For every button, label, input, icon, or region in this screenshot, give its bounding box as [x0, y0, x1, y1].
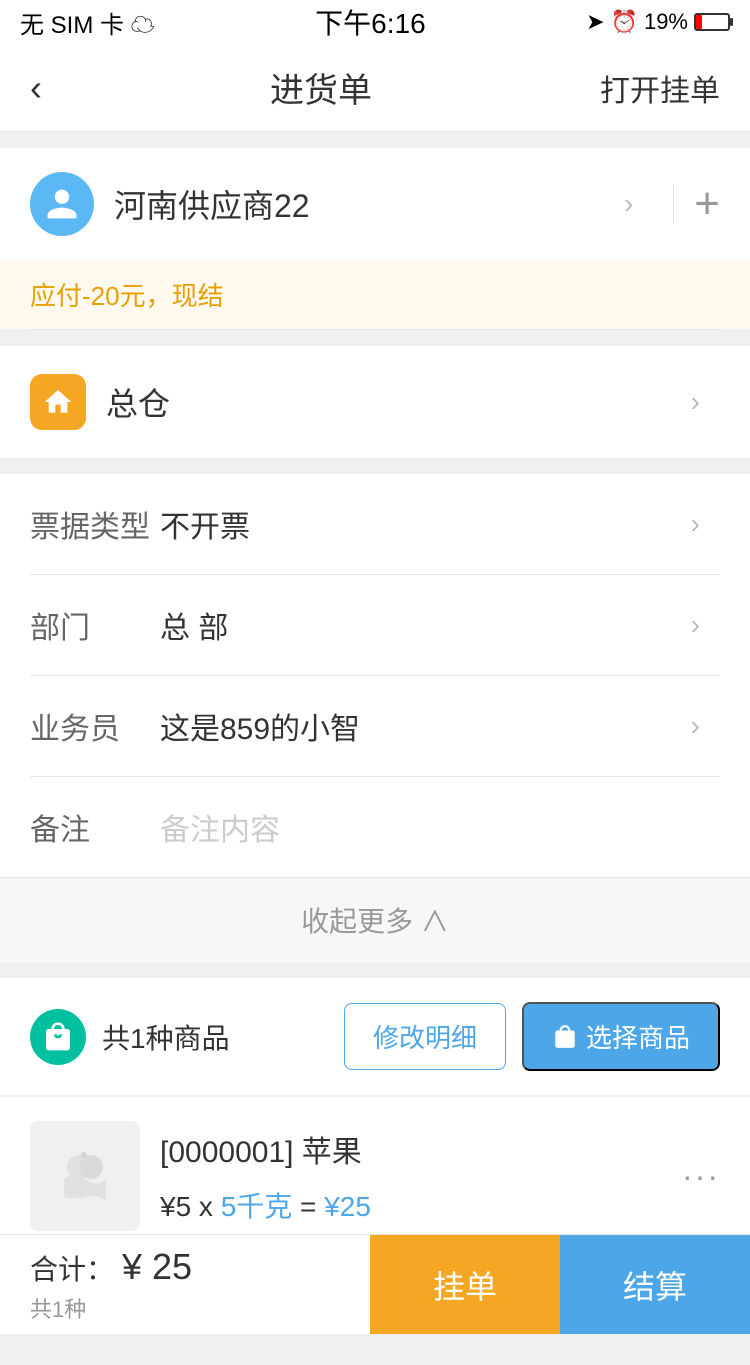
product-price: ¥5 x 5千克 = ¥25: [160, 1185, 662, 1225]
product-info: [0000001] 苹果 ¥5 x 5千克 = ¥25: [160, 1127, 662, 1225]
product-thumbnail: [30, 1121, 140, 1231]
battery-label: 19%: [644, 9, 688, 35]
department-value: 总 部: [160, 603, 691, 647]
remark-row[interactable]: 备注 备注内容: [0, 777, 750, 877]
warehouse-icon: [30, 374, 86, 430]
checkout-button[interactable]: 结算: [560, 1235, 750, 1334]
equals: =: [292, 1191, 324, 1222]
status-left: 无 SIM 卡 ☁: [20, 5, 155, 40]
vertical-separator: [673, 184, 674, 224]
department-chevron-icon: ›: [691, 609, 700, 641]
add-button[interactable]: +: [694, 182, 720, 226]
invoice-type-value: 不开票: [160, 502, 691, 546]
supplier-name[interactable]: 河南供应商22: [114, 181, 624, 227]
total-label: 合计：: [30, 1248, 114, 1288]
product-title: 苹果: [302, 1136, 362, 1169]
status-time: 下午6:16: [315, 2, 426, 42]
total-area: 合计： ¥ 25 共1种: [0, 1235, 370, 1334]
products-count: 共1种商品: [102, 1017, 328, 1057]
salesman-row[interactable]: 业务员 这是859的小智 ›: [0, 676, 750, 776]
products-header: 共1种商品 修改明细 选择商品: [0, 978, 750, 1095]
invoice-type-row[interactable]: 票据类型 不开票 ›: [0, 474, 750, 574]
product-item: [0000001] 苹果 ¥5 x 5千克 = ¥25 ···: [0, 1097, 750, 1255]
products-icon: [30, 1009, 86, 1065]
select-product-button[interactable]: 选择商品: [522, 1002, 720, 1071]
person-icon: [44, 186, 80, 222]
total-row: 合计： ¥ 25: [30, 1246, 340, 1288]
salesman-value: 这是859的小智: [160, 704, 691, 748]
invoice-type-label: 票据类型: [30, 502, 160, 546]
hang-button[interactable]: 挂单: [370, 1235, 560, 1334]
department-row[interactable]: 部门 总 部 ›: [0, 575, 750, 675]
quantity: 5千克: [221, 1191, 293, 1222]
status-right: ➤ ⏰ 19%: [586, 9, 730, 35]
alert-text: 应付-20元，现结: [30, 281, 224, 311]
total-price: ¥25: [324, 1191, 371, 1222]
status-bar: 无 SIM 卡 ☁ 下午6:16 ➤ ⏰ 19%: [0, 0, 750, 44]
location-icon: ➤: [586, 9, 604, 35]
product-thumb-icon: [55, 1146, 115, 1206]
edit-detail-button[interactable]: 修改明细: [344, 1003, 506, 1070]
section-divider-1: [0, 132, 750, 148]
warehouse-name: 总仓: [106, 379, 691, 425]
total-count: 共1种: [30, 1292, 340, 1324]
select-product-icon: [552, 1024, 578, 1050]
supplier-section: 河南供应商22 › +: [0, 148, 750, 260]
back-button[interactable]: ‹: [30, 67, 42, 109]
warehouse-chevron-icon: ›: [691, 386, 700, 418]
unit-price: ¥5 x: [160, 1191, 221, 1222]
remark-label: 备注: [30, 805, 160, 849]
open-pending-button[interactable]: 打开挂单: [600, 66, 720, 110]
bottom-bar: 合计： ¥ 25 共1种 挂单 结算: [0, 1234, 750, 1334]
home-icon: [42, 386, 74, 418]
salesman-label: 业务员: [30, 704, 160, 748]
total-amount: ¥ 25: [122, 1246, 192, 1288]
product-name: [0000001] 苹果: [160, 1127, 662, 1171]
supplier-avatar: [30, 172, 94, 236]
nav-bar: ‹ 进货单 打开挂单: [0, 44, 750, 132]
battery-icon: [694, 13, 730, 31]
form-section: 票据类型 不开票 › 部门 总 部 › 业务员 这是859的小智 › 备注 备注…: [0, 474, 750, 962]
thin-divider: [30, 329, 720, 330]
collapse-button[interactable]: 收起更多 ∧: [0, 877, 750, 962]
warehouse-section[interactable]: 总仓 ›: [0, 346, 750, 458]
alert-bar: 应付-20元，现结: [0, 260, 750, 329]
page-title: 进货单: [270, 63, 372, 112]
supplier-chevron-icon: ›: [624, 188, 633, 220]
sim-label: 无 SIM 卡 ☁: [20, 5, 155, 40]
more-options-button[interactable]: ···: [682, 1158, 720, 1195]
shop-icon: [42, 1021, 74, 1053]
department-label: 部门: [30, 603, 160, 647]
alarm-icon: ⏰: [611, 9, 638, 35]
invoice-type-chevron-icon: ›: [691, 508, 700, 540]
remark-input[interactable]: 备注内容: [160, 805, 720, 849]
salesman-chevron-icon: ›: [691, 710, 700, 742]
product-code: [0000001]: [160, 1136, 302, 1169]
